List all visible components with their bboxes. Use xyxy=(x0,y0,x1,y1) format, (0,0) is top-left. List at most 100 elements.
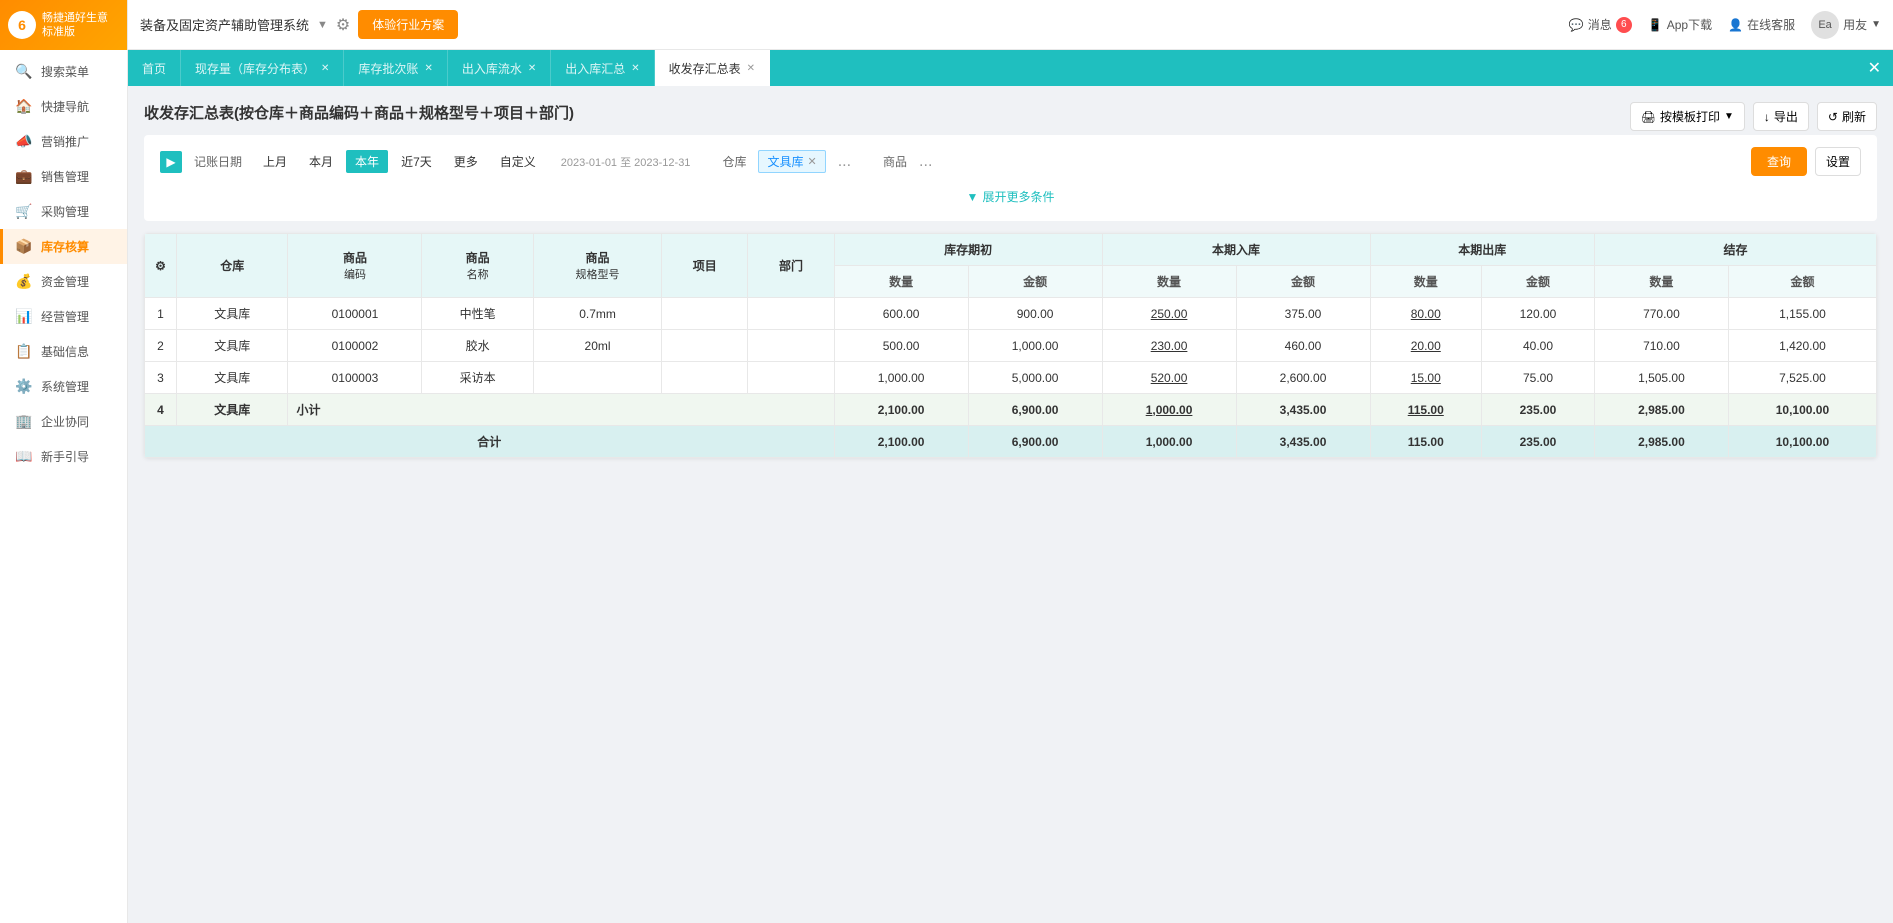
th-init-qty: 数量 xyxy=(834,266,968,298)
marketing-icon: 📣 xyxy=(15,133,33,150)
th-bal-amt: 金额 xyxy=(1728,266,1876,298)
cell-in-qty[interactable]: 250.00 xyxy=(1102,298,1236,330)
cell-spec: 20ml xyxy=(533,330,661,362)
date-btn-7days[interactable]: 近7天 xyxy=(392,150,441,173)
date-btn-this-year[interactable]: 本年 xyxy=(346,150,388,173)
subtotal-init-amt: 6,900.00 xyxy=(968,394,1102,426)
cell-bal-qty: 770.00 xyxy=(1594,298,1728,330)
export-button[interactable]: ↓ 导出 xyxy=(1753,102,1809,131)
message-button[interactable]: 💬 消息 6 xyxy=(1569,16,1632,33)
system-dropdown-arrow[interactable]: ▼ xyxy=(317,19,328,31)
subtotal-out-amt: 235.00 xyxy=(1482,394,1595,426)
online-service-button[interactable]: 👤 在线客服 xyxy=(1728,16,1795,33)
warehouse-more-dots[interactable]: ... xyxy=(838,153,851,171)
main-content: 收发存汇总表(按仓库＋商品编码＋商品＋规格型号＋项目＋部门) 🖨 按模板打印 ▼… xyxy=(128,86,1893,923)
query-button[interactable]: 查询 xyxy=(1751,147,1807,176)
goods-more-dots[interactable]: ... xyxy=(919,153,932,171)
th-in-qty: 数量 xyxy=(1102,266,1236,298)
cell-in-amt: 460.00 xyxy=(1236,330,1370,362)
sidebar-item-quicknav[interactable]: 🏠 快捷导航 xyxy=(0,89,127,124)
sidebar-item-guide[interactable]: 📖 新手引导 xyxy=(0,439,127,474)
trial-button[interactable]: 体验行业方案 xyxy=(358,10,458,39)
print-icon: 🖨 xyxy=(1641,110,1656,124)
total-out-qty: 115.00 xyxy=(1370,426,1482,458)
sidebar-item-purchase[interactable]: 🛒 采购管理 xyxy=(0,194,127,229)
sidebar-item-operations[interactable]: 📊 经营管理 xyxy=(0,299,127,334)
topbar-left: 装备及固定资产辅助管理系统 ▼ ⚙ 体验行业方案 xyxy=(140,10,458,39)
tab-stock-dist[interactable]: 现存量（库存分布表） ✕ xyxy=(181,50,344,86)
settings-button[interactable]: 设置 xyxy=(1815,147,1861,176)
refresh-button[interactable]: ↺ 刷新 xyxy=(1817,102,1877,131)
sidebar-item-inventory[interactable]: 📦 库存核算 xyxy=(0,229,127,264)
tab-close-stock-dist[interactable]: ✕ xyxy=(321,63,329,74)
warehouse-tag-close[interactable]: ✕ xyxy=(807,155,816,168)
row-num: 1 xyxy=(145,298,177,330)
subtotal-in-qty[interactable]: 1,000.00 xyxy=(1102,394,1236,426)
gear-icon[interactable]: ⚙ xyxy=(336,15,350,35)
sidebar-item-enterprise[interactable]: 🏢 企业协同 xyxy=(0,404,127,439)
cell-project xyxy=(662,298,748,330)
query-settings-area: 查询 设置 xyxy=(1751,147,1861,176)
action-bar: 🖨 按模板打印 ▼ ↓ 导出 ↺ 刷新 xyxy=(1630,102,1877,131)
topbar: 装备及固定资产辅助管理系统 ▼ ⚙ 体验行业方案 💬 消息 6 📱 App下载 … xyxy=(128,0,1893,50)
row-num: 3 xyxy=(145,362,177,394)
user-menu[interactable]: Ea 用友 ▼ xyxy=(1811,11,1881,39)
tab-close-inout-summary[interactable]: ✕ xyxy=(631,63,639,74)
subtotal-out-qty[interactable]: 115.00 xyxy=(1370,394,1482,426)
tab-receive-summary[interactable]: 收发存汇总表 ✕ xyxy=(655,50,770,86)
app-logo: 6 xyxy=(8,11,36,39)
sidebar-item-system[interactable]: ⚙️ 系统管理 xyxy=(0,369,127,404)
filter-toggle-btn[interactable]: ▶ xyxy=(160,151,182,173)
data-table: ⚙ 仓库 商品编码 商品名称 商品规格型号 项目 部门 库存期初 本期入库 本期… xyxy=(144,233,1877,458)
inventory-icon: 📦 xyxy=(15,238,33,255)
subtotal-bal-qty: 2,985.00 xyxy=(1594,394,1728,426)
tab-close-batch[interactable]: ✕ xyxy=(424,63,432,74)
cell-out-qty[interactable]: 80.00 xyxy=(1370,298,1482,330)
tab-close-inout-flow[interactable]: ✕ xyxy=(528,63,536,74)
tab-close-receive-summary[interactable]: ✕ xyxy=(747,63,755,74)
date-btn-last-month[interactable]: 上月 xyxy=(254,150,296,173)
tab-inout-summary[interactable]: 出入库汇总 ✕ xyxy=(551,50,654,86)
sidebar-item-sales[interactable]: 💼 销售管理 xyxy=(0,159,127,194)
tab-batch[interactable]: 库存批次账 ✕ xyxy=(344,50,447,86)
close-all-tabs[interactable]: ✕ xyxy=(1856,58,1893,78)
cell-in-qty[interactable]: 230.00 xyxy=(1102,330,1236,362)
subtotal-num: 4 xyxy=(145,394,177,426)
date-btn-more[interactable]: 更多 xyxy=(445,150,487,173)
cell-out-qty[interactable]: 20.00 xyxy=(1370,330,1482,362)
cell-bal-amt: 1,420.00 xyxy=(1728,330,1876,362)
system-icon: ⚙️ xyxy=(15,378,33,395)
cell-warehouse: 文具库 xyxy=(177,330,288,362)
expand-more-btn[interactable]: ▼ 展开更多条件 xyxy=(160,184,1861,209)
sidebar-item-finance[interactable]: 💰 资金管理 xyxy=(0,264,127,299)
cell-bal-amt: 7,525.00 xyxy=(1728,362,1876,394)
table-settings-icon[interactable]: ⚙ xyxy=(155,259,166,273)
cell-out-amt: 40.00 xyxy=(1482,330,1595,362)
th-in-amt: 金额 xyxy=(1236,266,1370,298)
operations-icon: 📊 xyxy=(15,308,33,325)
cell-out-qty[interactable]: 15.00 xyxy=(1370,362,1482,394)
sidebar: 6 畅捷通好生意 标准版 🔍 搜索菜单 🏠 快捷导航 📣 营销推广 💼 销售管理… xyxy=(0,0,128,923)
date-btn-custom[interactable]: 自定义 xyxy=(491,150,545,173)
cell-dept xyxy=(748,362,834,394)
sidebar-item-search[interactable]: 🔍 搜索菜单 xyxy=(0,54,127,89)
cell-in-amt: 2,600.00 xyxy=(1236,362,1370,394)
cell-out-amt: 120.00 xyxy=(1482,298,1595,330)
tab-inout-flow[interactable]: 出入库流水 ✕ xyxy=(448,50,551,86)
tab-home[interactable]: 首页 xyxy=(128,50,181,86)
sidebar-item-basic[interactable]: 📋 基础信息 xyxy=(0,334,127,369)
table-row: 3 文具库 0100003 采访本 1,000.00 5,000.00 520.… xyxy=(145,362,1877,394)
warehouse-label: 仓库 xyxy=(722,153,746,170)
th-init-stock: 库存期初 xyxy=(834,234,1102,266)
th-balance: 结存 xyxy=(1594,234,1876,266)
print-button[interactable]: 🖨 按模板打印 ▼ xyxy=(1630,102,1745,131)
th-dept: 部门 xyxy=(748,234,834,298)
sidebar-item-marketing[interactable]: 📣 营销推广 xyxy=(0,124,127,159)
cell-warehouse: 文具库 xyxy=(177,298,288,330)
date-btn-this-month[interactable]: 本月 xyxy=(300,150,342,173)
subtotal-row: 4 文具库 小计 2,100.00 6,900.00 1,000.00 3,43… xyxy=(145,394,1877,426)
subtotal-warehouse: 文具库 xyxy=(177,394,288,426)
purchase-icon: 🛒 xyxy=(15,203,33,220)
cell-in-qty[interactable]: 520.00 xyxy=(1102,362,1236,394)
app-download-button[interactable]: 📱 App下载 xyxy=(1648,16,1712,33)
